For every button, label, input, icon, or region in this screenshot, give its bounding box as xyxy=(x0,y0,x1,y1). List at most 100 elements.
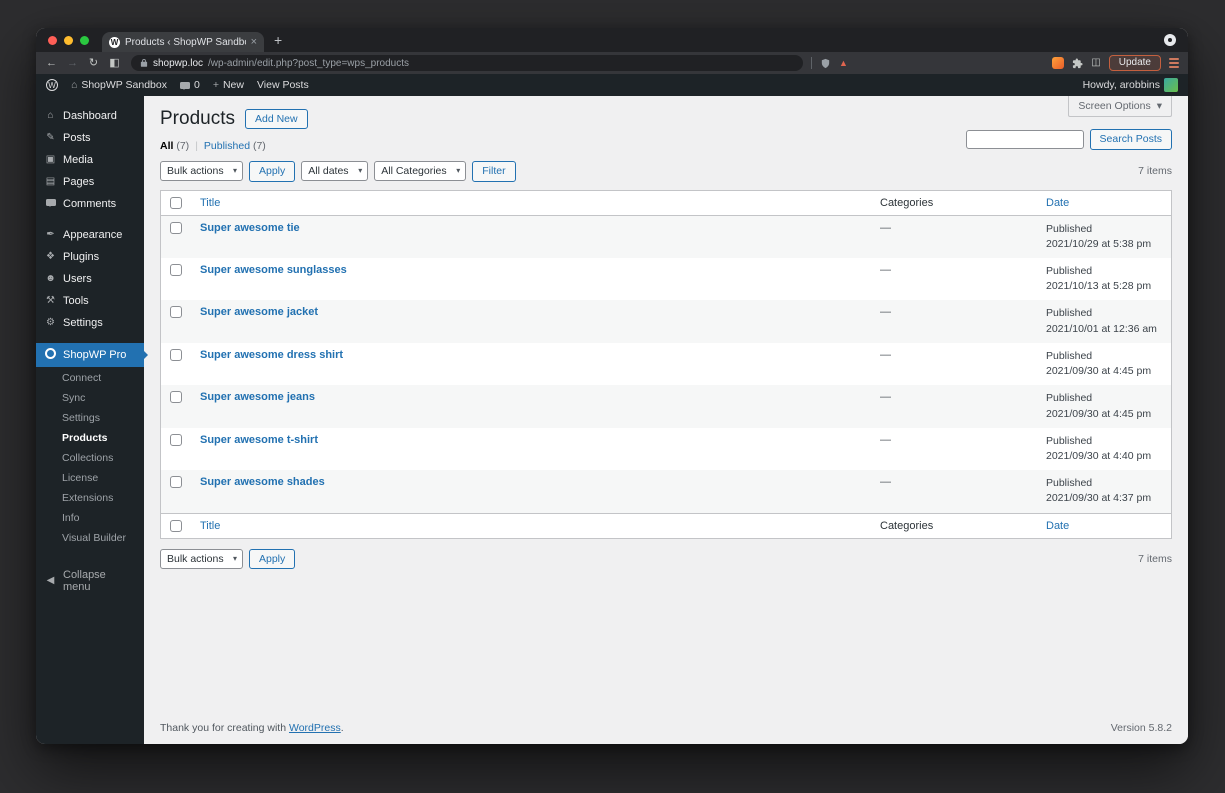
row-checkbox[interactable] xyxy=(170,306,182,319)
sort-by-title[interactable]: Title xyxy=(200,197,220,209)
forward-button[interactable]: → xyxy=(66,57,79,69)
sidebar-subitem-info[interactable]: Info xyxy=(36,508,144,528)
sort-by-date[interactable]: Date xyxy=(1046,197,1069,209)
product-title-link[interactable]: Super awesome sunglasses xyxy=(200,264,347,276)
sidebar-subitem-collections[interactable]: Collections xyxy=(36,448,144,468)
sidebar-item-plugins[interactable]: ❖ Plugins xyxy=(36,246,144,268)
traffic-light-minimize[interactable] xyxy=(64,35,73,45)
address-bar[interactable]: shopwp.loc/wp-admin/edit.php?post_type=w… xyxy=(131,55,803,71)
sidebar-item-tools[interactable]: ⚒ Tools xyxy=(36,290,144,312)
sidebar-subitem-settings[interactable]: Settings xyxy=(36,408,144,428)
list-toolbar-bottom: Bulk actions Apply 7 items xyxy=(160,548,1172,570)
screen-options-button[interactable]: Screen Options ▾ xyxy=(1068,96,1172,117)
select-all-checkbox[interactable] xyxy=(170,519,182,532)
comments-indicator[interactable]: 0 xyxy=(179,79,200,91)
browser-menu-icon[interactable] xyxy=(1169,58,1179,68)
row-checkbox[interactable] xyxy=(170,264,182,277)
row-checkbox[interactable] xyxy=(170,433,182,446)
traffic-light-zoom[interactable] xyxy=(80,35,89,45)
sidebar-subitem-sync[interactable]: Sync xyxy=(36,388,144,408)
sidebar-item-shopwp-pro[interactable]: ShopWP Pro xyxy=(36,343,144,367)
product-title-link[interactable]: Super awesome t-shirt xyxy=(200,434,318,446)
filter-button[interactable]: Filter xyxy=(472,161,516,182)
collapse-menu-button[interactable]: ◀ Collapse menu xyxy=(36,564,144,598)
add-new-button[interactable]: Add New xyxy=(244,108,308,130)
apply-button-bottom[interactable]: Apply xyxy=(249,548,296,570)
appearance-icon: ✒ xyxy=(46,229,55,240)
row-checkbox[interactable] xyxy=(170,348,182,361)
tab-search-icon[interactable] xyxy=(1164,34,1176,46)
sidebar-item-media[interactable]: ▣ Media xyxy=(36,149,144,171)
products-table: Title Categories Date Super awesome tie … xyxy=(160,189,1172,539)
howdy-text: Howdy, arobbins xyxy=(1082,79,1160,91)
browser-window: W Products ‹ ShopWP Sandbox — × + ← → ↻ … xyxy=(36,28,1188,744)
product-title-link[interactable]: Super awesome tie xyxy=(200,222,300,234)
extensions-puzzle-icon[interactable] xyxy=(1072,57,1083,69)
row-status: Published xyxy=(1046,434,1093,447)
footer-thanks: Thank you for creating with WordPress. xyxy=(160,722,344,734)
browser-toolbar: ← → ↻ ◧ shopwp.loc/wp-admin/edit.php?pos… xyxy=(36,52,1188,74)
view-posts-link[interactable]: View Posts xyxy=(257,79,309,91)
comments-icon xyxy=(45,199,56,209)
sort-by-title[interactable]: Title xyxy=(200,520,220,532)
wp-logo-icon[interactable]: W xyxy=(46,79,58,91)
sidebar-subitem-license[interactable]: License xyxy=(36,468,144,488)
row-checkbox[interactable] xyxy=(170,476,182,489)
items-count-bottom: 7 items xyxy=(1138,552,1172,565)
filter-all[interactable]: All (7) xyxy=(160,140,189,152)
side-panel-icon[interactable]: ◧ xyxy=(108,57,121,69)
tab-title: Products ‹ ShopWP Sandbox — xyxy=(125,36,246,48)
traffic-light-close[interactable] xyxy=(48,35,57,45)
warning-icon[interactable]: ▲ xyxy=(839,58,848,68)
sidebar-subitem-products[interactable]: Products xyxy=(36,428,144,448)
sidebar-item-settings[interactable]: ⚙ Settings xyxy=(36,312,144,334)
new-content-button[interactable]: + New xyxy=(213,79,244,91)
category-filter-select[interactable]: All Categories xyxy=(374,161,467,182)
bulk-actions-select[interactable]: Bulk actions xyxy=(160,161,243,182)
sidebar-item-appearance[interactable]: ✒ Appearance xyxy=(36,224,144,246)
sidebar-subitem-connect[interactable]: Connect xyxy=(36,368,144,388)
sidebar-item-pages[interactable]: ▤ Pages xyxy=(36,171,144,193)
reload-button[interactable]: ↻ xyxy=(87,57,100,69)
search-input[interactable] xyxy=(965,129,1084,149)
table-row: Super awesome sunglasses — Published 2021… xyxy=(161,258,1171,300)
back-button[interactable]: ← xyxy=(45,57,58,69)
update-button[interactable]: Update xyxy=(1108,55,1161,71)
sidebar-item-posts[interactable]: ✎ Posts xyxy=(36,127,144,149)
wordpress-link[interactable]: WordPress xyxy=(289,722,341,734)
bulk-actions-select-bottom[interactable]: Bulk actions xyxy=(160,548,243,569)
browser-tab[interactable]: W Products ‹ ShopWP Sandbox — × xyxy=(102,32,264,52)
product-title-link[interactable]: Super awesome jeans xyxy=(200,391,315,403)
row-categories: — xyxy=(880,348,891,361)
apply-button[interactable]: Apply xyxy=(249,161,296,182)
row-status: Published xyxy=(1046,265,1093,278)
sidebar-item-users[interactable]: ☻ Users xyxy=(36,268,144,290)
row-status: Published xyxy=(1046,349,1093,362)
table-row: Super awesome jacket — Published 2021/10/… xyxy=(161,300,1171,343)
date-filter-select[interactable]: All dates xyxy=(301,161,369,182)
search-posts-button[interactable]: Search Posts xyxy=(1089,129,1172,150)
new-tab-button[interactable]: + xyxy=(274,33,282,47)
extension-icon[interactable] xyxy=(1052,57,1065,69)
page-title: Products xyxy=(160,108,235,129)
sidebar-item-comments[interactable]: Comments xyxy=(36,193,144,215)
sidebar-item-dashboard[interactable]: ⌂ Dashboard xyxy=(36,105,144,127)
row-categories: — xyxy=(880,391,891,404)
sidebar-subitem-visual-builder[interactable]: Visual Builder xyxy=(36,528,144,548)
filter-published[interactable]: Published (7) xyxy=(204,140,266,152)
table-row: Super awesome shades — Published 2021/09/… xyxy=(161,470,1171,513)
product-title-link[interactable]: Super awesome jacket xyxy=(200,306,318,318)
sort-by-date[interactable]: Date xyxy=(1046,520,1069,532)
row-checkbox[interactable] xyxy=(170,221,182,234)
product-title-link[interactable]: Super awesome dress shirt xyxy=(200,349,343,361)
account-menu[interactable]: Howdy, arobbins xyxy=(1083,78,1178,92)
side-panel-toggle-icon[interactable]: ◫ xyxy=(1091,58,1100,68)
shield-icon[interactable] xyxy=(820,58,831,69)
sidebar-subitem-extensions[interactable]: Extensions xyxy=(36,488,144,508)
close-tab-icon[interactable]: × xyxy=(251,36,257,48)
site-name-link[interactable]: ⌂ ShopWP Sandbox xyxy=(71,79,167,91)
select-all-checkbox[interactable] xyxy=(170,196,182,209)
row-checkbox[interactable] xyxy=(170,391,182,404)
product-title-link[interactable]: Super awesome shades xyxy=(200,476,325,488)
row-categories: — xyxy=(880,264,891,277)
